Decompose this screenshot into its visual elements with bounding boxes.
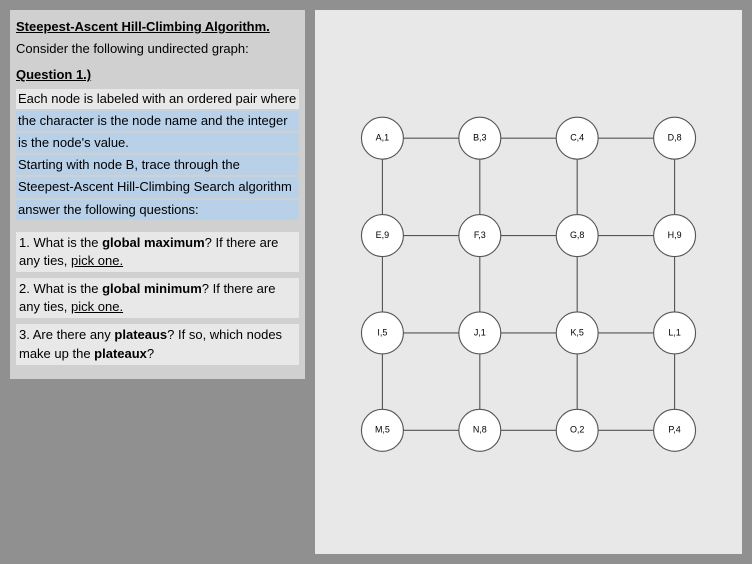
q3-bold2: plateaux bbox=[94, 346, 147, 361]
node-M: M,5 bbox=[361, 409, 403, 451]
question2: 2. What is the global minimum? If there … bbox=[16, 278, 299, 318]
node-label-A: A,1 bbox=[376, 133, 389, 143]
node-label-K: K,5 bbox=[570, 327, 583, 337]
node-P: P,4 bbox=[654, 409, 696, 451]
q3-end: ? bbox=[147, 346, 154, 361]
node-E: E,9 bbox=[361, 215, 403, 257]
desc1: Each node is labeled with an ordered pai… bbox=[16, 89, 299, 109]
desc6: answer the following questions: bbox=[16, 200, 299, 220]
question3: 3. Are there any plateaus? If so, which … bbox=[16, 324, 299, 364]
q1-prefix: 1. What is the bbox=[19, 235, 102, 250]
left-panel: Steepest-Ascent Hill-Climbing Algorithm.… bbox=[10, 10, 305, 379]
intro-text: Consider the following undirected graph: bbox=[16, 40, 299, 58]
desc4: Starting with node B, trace through the bbox=[16, 155, 299, 175]
node-label-D: D,8 bbox=[668, 133, 682, 143]
node-D: D,8 bbox=[654, 117, 696, 159]
node-L: L,1 bbox=[654, 312, 696, 354]
q3-prefix: 3. Are there any bbox=[19, 327, 114, 342]
node-J: J,1 bbox=[459, 312, 501, 354]
node-N: N,8 bbox=[459, 409, 501, 451]
node-H: H,9 bbox=[654, 215, 696, 257]
q1-underline: pick one. bbox=[71, 253, 123, 268]
node-O: O,2 bbox=[556, 409, 598, 451]
q2-bold: global minimum bbox=[102, 281, 202, 296]
node-label-N: N,8 bbox=[473, 425, 487, 435]
q2-underline: pick one. bbox=[71, 299, 123, 314]
graph-panel: A,1 B,3 C,4 D,8 E,9 F,3 G,8 H,9 I,5 J,1 K,5 L,1 M,5 N… bbox=[315, 10, 742, 554]
node-label-B: B,3 bbox=[473, 133, 486, 143]
question1: 1. What is the global maximum? If there … bbox=[16, 232, 299, 272]
q2-prefix: 2. What is the bbox=[19, 281, 102, 296]
node-A: A,1 bbox=[361, 117, 403, 159]
node-label-H: H,9 bbox=[668, 230, 682, 240]
node-label-C: C,4 bbox=[570, 133, 584, 143]
node-label-L: L,1 bbox=[668, 327, 680, 337]
node-B: B,3 bbox=[459, 117, 501, 159]
node-label-F: F,3 bbox=[474, 230, 486, 240]
node-label-P: P,4 bbox=[668, 425, 680, 435]
node-label-G: G,8 bbox=[570, 230, 584, 240]
node-K: K,5 bbox=[556, 312, 598, 354]
graph-svg: A,1 B,3 C,4 D,8 E,9 F,3 G,8 H,9 I,5 J,1 K,5 L,1 M,5 N… bbox=[315, 10, 742, 554]
desc3: is the node's value. bbox=[16, 133, 299, 153]
node-F: F,3 bbox=[459, 215, 501, 257]
edges-group bbox=[382, 138, 674, 430]
node-I: I,5 bbox=[361, 312, 403, 354]
node-label-M: M,5 bbox=[375, 425, 390, 435]
q3-bold: plateaus bbox=[114, 327, 167, 342]
node-G: G,8 bbox=[556, 215, 598, 257]
node-label-I: I,5 bbox=[377, 327, 387, 337]
nodes-group: A,1 B,3 C,4 D,8 E,9 F,3 G,8 H,9 I,5 J,1 K,5 L,1 M,5 N… bbox=[361, 117, 695, 451]
node-C: C,4 bbox=[556, 117, 598, 159]
page-title: Steepest-Ascent Hill-Climbing Algorithm. bbox=[16, 18, 299, 36]
node-label-J: J,1 bbox=[474, 327, 486, 337]
desc5: Steepest-Ascent Hill-Climbing Search alg… bbox=[16, 177, 299, 197]
node-label-O: O,2 bbox=[570, 425, 584, 435]
question-label: Question 1.) bbox=[16, 66, 299, 84]
q1-bold: global maximum bbox=[102, 235, 205, 250]
desc2: the character is the node name and the i… bbox=[16, 111, 299, 131]
node-label-E: E,9 bbox=[376, 230, 389, 240]
